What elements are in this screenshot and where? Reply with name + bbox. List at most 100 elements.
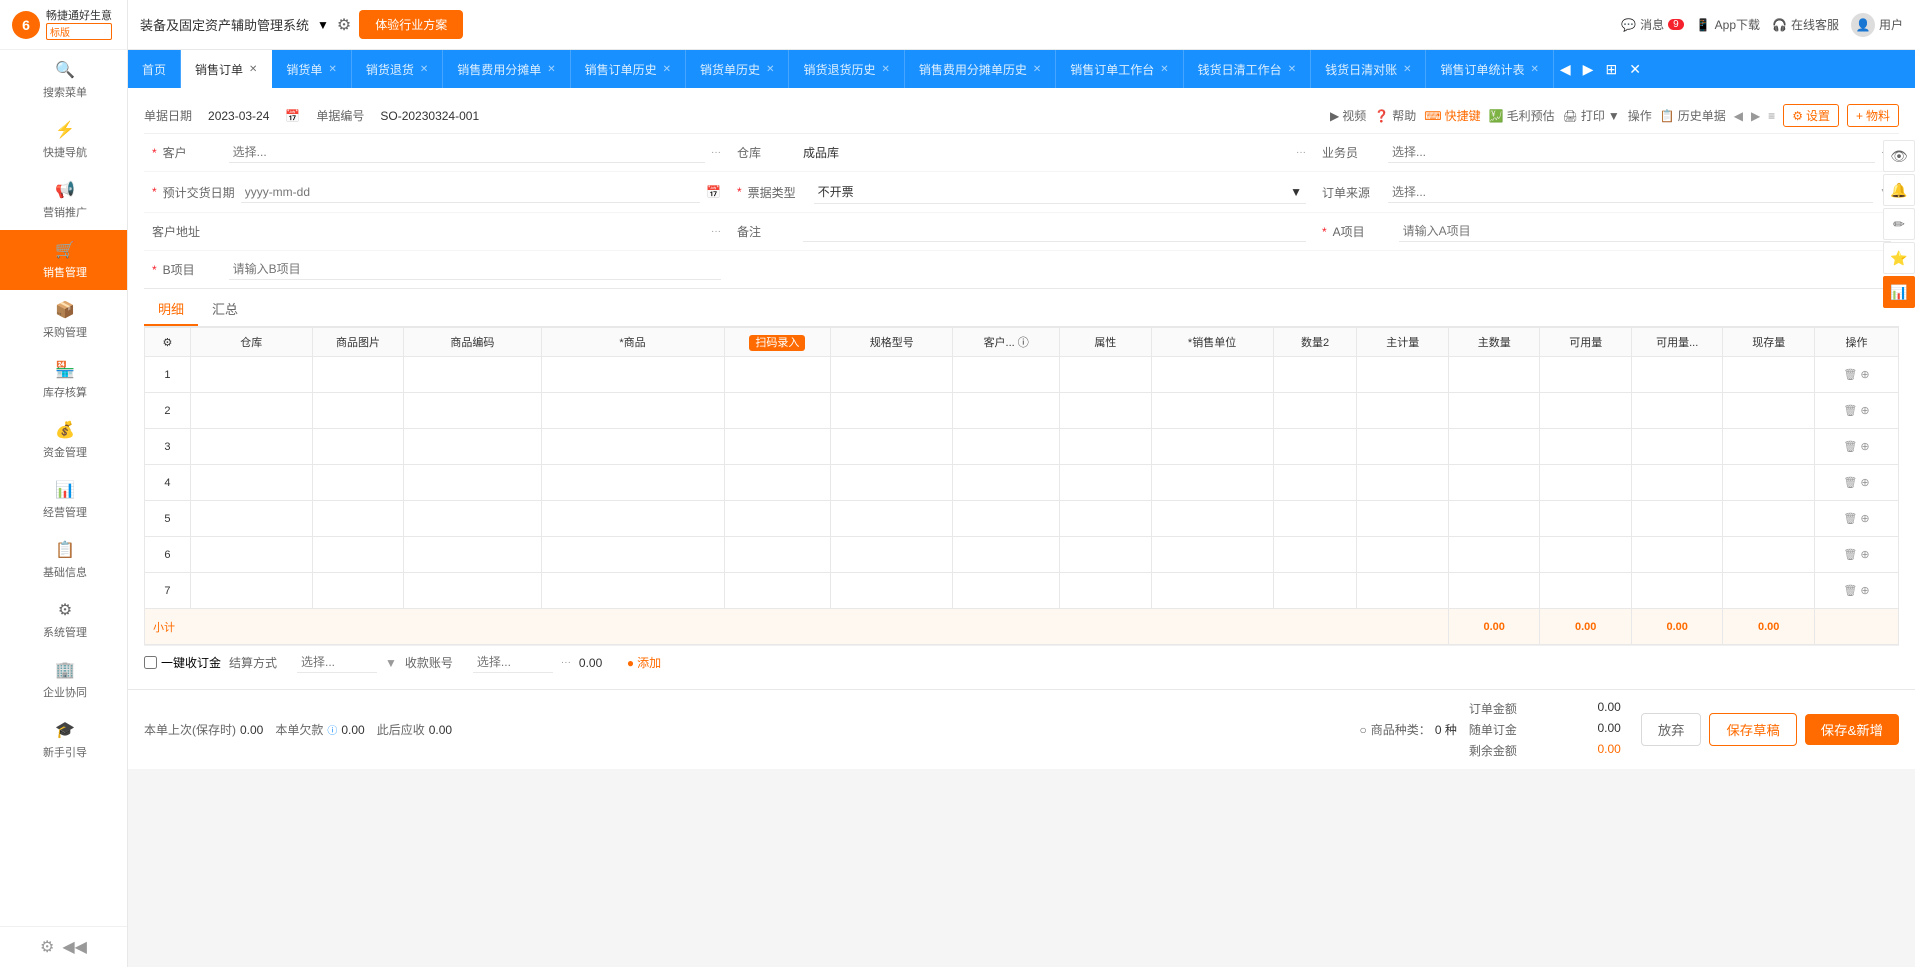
add-payment-btn[interactable]: ● 添加 bbox=[627, 654, 661, 671]
nav-next-icon[interactable]: ▶ bbox=[1751, 109, 1760, 123]
list-view-icon[interactable]: ≡ bbox=[1768, 109, 1775, 123]
tab-close-icon[interactable]: ✕ bbox=[1033, 64, 1041, 75]
table-scroll-area[interactable]: ⚙ 仓库 商品图片 商品编码 *商品 扫码录入 规格型号 客户... ⓘ 属性 … bbox=[144, 327, 1899, 645]
th-customer-code[interactable]: 客户... ⓘ bbox=[953, 328, 1060, 357]
sidebar-item-purchase[interactable]: 📦 采购管理 bbox=[0, 290, 127, 350]
add-material-btn[interactable]: + 物料 bbox=[1847, 104, 1899, 127]
th-code[interactable]: 商品编码 bbox=[404, 328, 541, 357]
one-click-input[interactable] bbox=[144, 656, 157, 669]
sidebar-item-search[interactable]: 🔍 搜索菜单 bbox=[0, 50, 127, 110]
sidebar-item-quicknav[interactable]: ⚡ 快捷导航 bbox=[0, 110, 127, 170]
th-img[interactable]: 商品图片 bbox=[312, 328, 404, 357]
th-main-qty[interactable]: 主数量 bbox=[1448, 328, 1540, 357]
sidebar-item-inventory[interactable]: 🏪 库存核算 bbox=[0, 350, 127, 410]
th-main-unit[interactable]: 主计量 bbox=[1357, 328, 1449, 357]
solution-button[interactable]: 体验行业方案 bbox=[359, 10, 463, 39]
note-input[interactable] bbox=[803, 221, 1306, 242]
tab-cash-reconcile[interactable]: 钱货日清对账✕ bbox=[1311, 50, 1426, 88]
tab-expand[interactable]: ⊞ bbox=[1599, 50, 1623, 88]
app-download-item[interactable]: 📱 App下载 bbox=[1696, 16, 1760, 33]
tab-close-icon[interactable]: ✕ bbox=[547, 64, 555, 75]
salesperson-input[interactable] bbox=[1388, 142, 1875, 163]
setting-btn[interactable]: ⚙ 设置 bbox=[1783, 104, 1839, 127]
tab-summary[interactable]: 汇总 bbox=[198, 293, 252, 326]
print-btn[interactable]: 🖨 打印 ▼ bbox=[1563, 107, 1620, 124]
action-btn[interactable]: 操作 bbox=[1628, 107, 1652, 124]
th-attr[interactable]: 属性 bbox=[1060, 328, 1152, 357]
tab-nav-right[interactable]: ▶ bbox=[1577, 50, 1600, 88]
scan-btn[interactable]: 扫码录入 bbox=[749, 335, 805, 351]
help-btn[interactable]: ❓ 帮助 bbox=[1374, 107, 1416, 124]
th-unit[interactable]: *销售单位 bbox=[1151, 328, 1273, 357]
b-project-input[interactable] bbox=[229, 259, 721, 280]
history-btn[interactable]: 📋 历史单据 bbox=[1660, 107, 1726, 124]
save-new-button[interactable]: 保存&新增 bbox=[1805, 714, 1899, 745]
th-qty2[interactable]: 数量2 bbox=[1273, 328, 1357, 357]
tab-fee-history[interactable]: 销售费用分摊单历史✕ bbox=[905, 50, 1056, 88]
sidebar-item-sales[interactable]: 🛒 销售管理 bbox=[0, 230, 127, 290]
right-float-edit[interactable]: ✏ bbox=[1883, 208, 1915, 240]
th-avail2[interactable]: 可用量... bbox=[1631, 328, 1723, 357]
tab-close-icon[interactable]: ✕ bbox=[249, 64, 257, 75]
profit-btn[interactable]: 💹 毛利预估 bbox=[1489, 107, 1555, 124]
single-date-value[interactable]: 2023-03-24 bbox=[208, 109, 269, 123]
right-float-view[interactable]: 👁 bbox=[1883, 140, 1915, 172]
tab-goods-history[interactable]: 销货单历史✕ bbox=[686, 50, 789, 88]
settings-icon[interactable]: ⚙ bbox=[337, 15, 351, 35]
invoice-select[interactable]: 不开票 ▼ bbox=[814, 180, 1306, 204]
sidebar-item-basic[interactable]: 📋 基础信息 bbox=[0, 530, 127, 590]
right-float-bell[interactable]: 🔔 bbox=[1883, 174, 1915, 206]
warehouse-more-icon[interactable]: ··· bbox=[1296, 147, 1306, 158]
tab-sales-goods[interactable]: 销货单✕ bbox=[272, 50, 351, 88]
sidebar-item-marketing[interactable]: 📢 营销推广 bbox=[0, 170, 127, 230]
delivery-date-input[interactable] bbox=[241, 182, 700, 203]
calendar-icon[interactable]: 📅 bbox=[285, 109, 300, 123]
tab-sales-order[interactable]: 销售订单✕ bbox=[181, 50, 272, 88]
settings-bottom-icon[interactable]: ⚙ bbox=[40, 937, 54, 957]
tab-close-icon[interactable]: ✕ bbox=[328, 64, 336, 75]
collapse-icon[interactable]: ◀◀ bbox=[62, 937, 87, 957]
th-current[interactable]: 现存量 bbox=[1723, 328, 1815, 357]
tab-close-icon[interactable]: ✕ bbox=[1160, 64, 1168, 75]
right-float-star[interactable]: ⭐ bbox=[1883, 242, 1915, 274]
save-draft-button[interactable]: 保存草稿 bbox=[1709, 713, 1796, 746]
shortcut-btn[interactable]: ⌨ 快捷键 bbox=[1424, 107, 1480, 124]
sidebar-item-operations[interactable]: 📊 经营管理 bbox=[0, 470, 127, 530]
tab-detail[interactable]: 明细 bbox=[144, 293, 198, 326]
th-product[interactable]: *商品 bbox=[541, 328, 724, 357]
th-setting[interactable]: ⚙ bbox=[145, 328, 191, 357]
tab-sales-order-history[interactable]: 销售订单历史✕ bbox=[571, 50, 686, 88]
discard-button[interactable]: 放弃 bbox=[1641, 713, 1702, 746]
tab-return-history[interactable]: 销货退货历史✕ bbox=[789, 50, 904, 88]
account-input[interactable] bbox=[473, 652, 553, 673]
sidebar-item-finance[interactable]: 💰 资金管理 bbox=[0, 410, 127, 470]
customer-input[interactable] bbox=[229, 142, 705, 163]
tab-close-icon[interactable]: ✕ bbox=[420, 64, 428, 75]
tab-close-icon[interactable]: ✕ bbox=[663, 64, 671, 75]
right-float-chart[interactable]: 📊 bbox=[1883, 276, 1915, 308]
a-project-input[interactable] bbox=[1399, 221, 1891, 242]
system-dropdown[interactable]: ▼ bbox=[317, 18, 329, 32]
one-click-checkbox[interactable]: 一键收订金 bbox=[144, 654, 221, 671]
sidebar-item-system[interactable]: ⚙ 系统管理 bbox=[0, 590, 127, 650]
customer-more-icon[interactable]: ··· bbox=[711, 147, 721, 158]
view-btn[interactable]: ▶ 视频 bbox=[1330, 107, 1366, 124]
account-more-icon[interactable]: ··· bbox=[561, 657, 571, 668]
th-scan[interactable]: 扫码录入 bbox=[724, 328, 831, 357]
tab-nav-left[interactable]: ◀ bbox=[1554, 50, 1577, 88]
tab-sales-return[interactable]: 销货退货✕ bbox=[352, 50, 443, 88]
nav-prev-icon[interactable]: ◀ bbox=[1734, 109, 1743, 123]
sidebar-item-newbie[interactable]: 🎓 新手引导 bbox=[0, 710, 127, 770]
tab-sales-fee[interactable]: 销售费用分摊单✕ bbox=[443, 50, 570, 88]
tab-close-icon[interactable]: ✕ bbox=[1531, 64, 1539, 75]
settlement-input[interactable] bbox=[297, 652, 377, 673]
address-more-icon[interactable]: ··· bbox=[711, 226, 721, 237]
tab-close-icon[interactable]: ✕ bbox=[881, 64, 889, 75]
notification-item[interactable]: 💬 消息 9 bbox=[1621, 16, 1684, 33]
tab-close-icon[interactable]: ✕ bbox=[1288, 64, 1296, 75]
th-avail[interactable]: 可用量 bbox=[1540, 328, 1632, 357]
tab-close-icon[interactable]: ✕ bbox=[766, 64, 774, 75]
date-picker-icon[interactable]: 📅 bbox=[706, 185, 721, 199]
th-warehouse[interactable]: 仓库 bbox=[190, 328, 312, 357]
tab-order-workbench[interactable]: 销售订单工作台✕ bbox=[1056, 50, 1183, 88]
